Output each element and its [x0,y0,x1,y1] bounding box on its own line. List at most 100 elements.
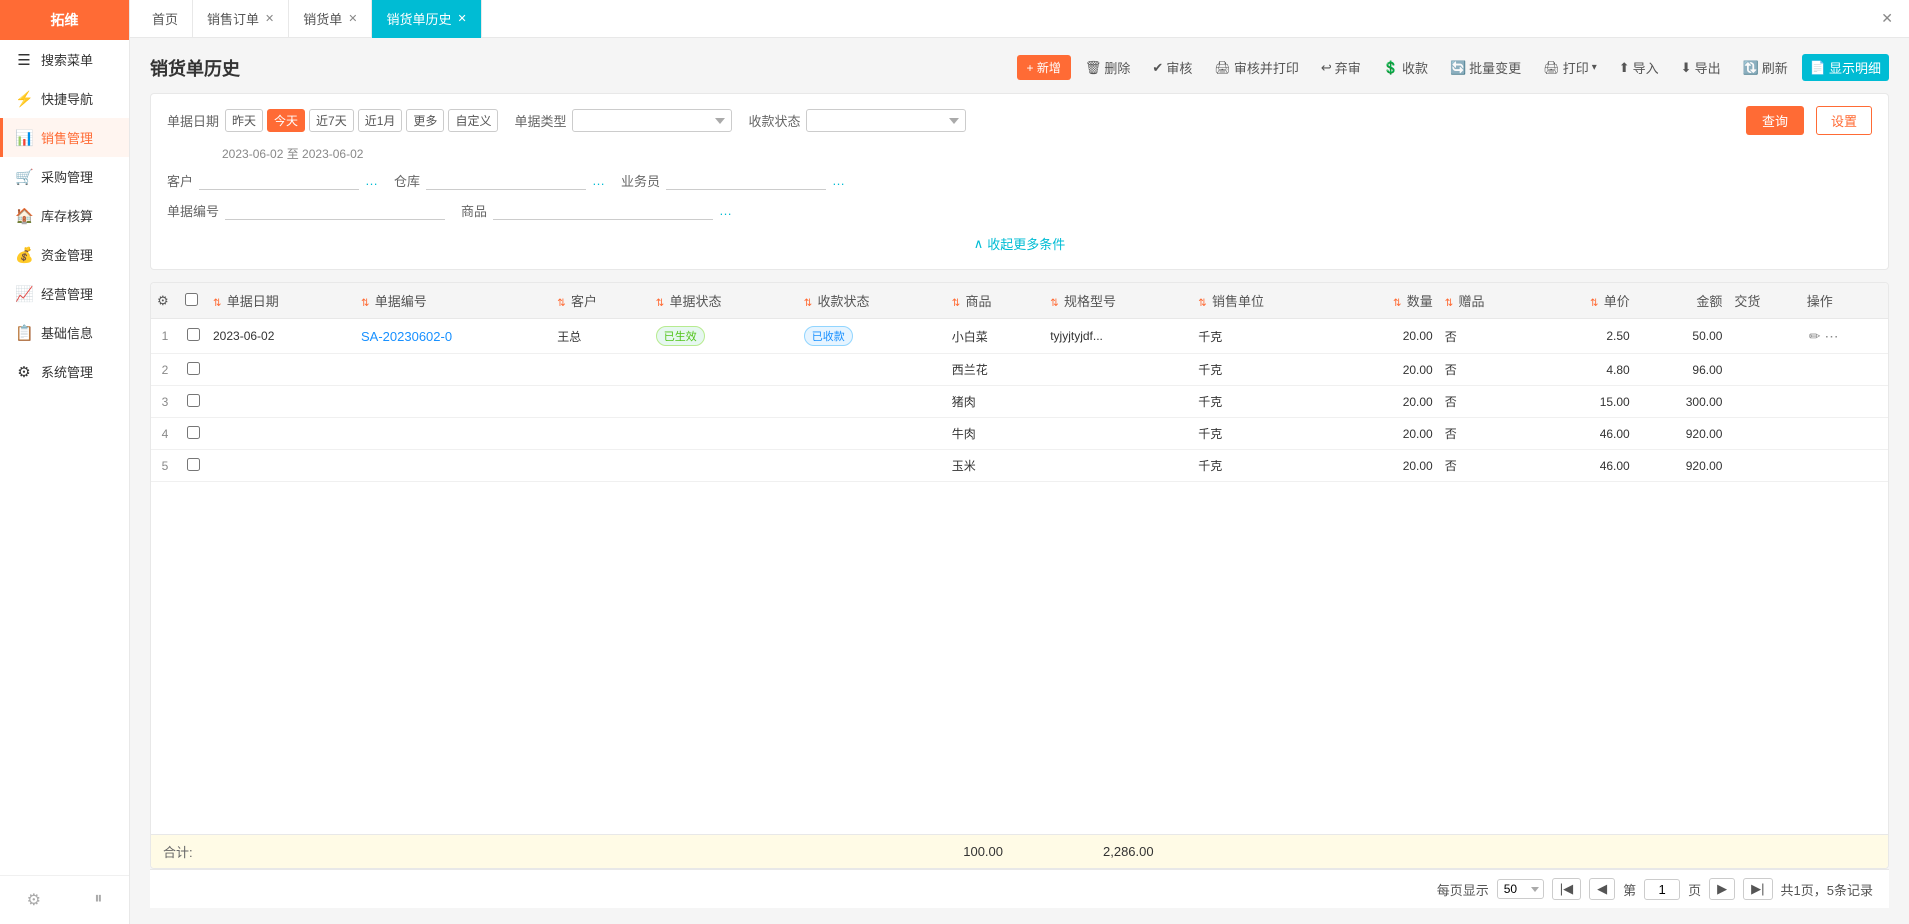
business-dots-icon[interactable]: … [832,173,845,188]
batch-change-button[interactable]: 🔄 批量变更 [1442,54,1529,81]
date-btn-yesterday[interactable]: 昨天 [225,109,263,132]
customer-dots-icon[interactable]: … [365,173,378,188]
delete-icon: 🗑 [1085,60,1102,76]
first-page-button[interactable]: |◀ [1552,878,1581,900]
tab-sales-order-close[interactable]: ✕ [265,12,274,25]
next-page-button[interactable]: ▶ [1709,878,1735,900]
doc-type-select[interactable] [572,109,732,132]
page-label: 第 [1623,880,1636,899]
import-button[interactable]: ⬆ 导入 [1611,54,1667,81]
th-customer[interactable]: ⇅ 客户 [551,283,650,319]
date-btn-1month[interactable]: 近1月 [358,109,403,132]
date-btn-7days[interactable]: 近7天 [309,109,354,132]
tab-sales-goods-close[interactable]: ✕ [348,12,357,25]
batch-change-icon: 🔄 [1450,60,1466,76]
table-settings-icon[interactable]: ⚙ [157,293,169,308]
sidebar-settings-icon[interactable]: ⚙ [21,884,47,916]
goods-input[interactable] [493,200,713,220]
doc-no-input[interactable] [225,200,445,220]
row-checkbox-input[interactable] [187,426,200,439]
customer-input[interactable] [199,170,359,190]
row-checkbox[interactable] [179,354,207,386]
sidebar-item-finance[interactable]: 💰 资金管理 [0,235,129,274]
tab-sales-goods[interactable]: 销货单 ✕ [289,0,372,38]
show-detail-button[interactable]: 📄 显示明细 [1802,54,1889,81]
row-checkbox-input[interactable] [187,458,200,471]
sidebar-item-sales-mgmt[interactable]: 📊 销售管理 [0,118,129,157]
row-checkbox[interactable] [179,418,207,450]
audit-button[interactable]: ✔ 审核 [1144,54,1200,81]
sort-date-icon: ⇅ [213,298,221,309]
row-checkbox-input[interactable] [187,362,200,375]
export-button[interactable]: ⬇ 导出 [1673,54,1729,81]
row-date: 2023-06-02 [207,319,355,354]
edit-action-btn[interactable]: ✏ [1809,328,1821,344]
sidebar-item-system-mgmt[interactable]: ⚙ 系统管理 [0,352,129,391]
row-checkbox[interactable] [179,386,207,418]
row-checkbox[interactable] [179,450,207,482]
query-button[interactable]: 查询 [1746,106,1804,135]
sidebar-item-basic-info[interactable]: 📋 基础信息 [0,313,129,352]
th-doc-no[interactable]: ⇅ 单据编号 [355,283,551,319]
collect-button[interactable]: 💲 收款 [1375,54,1436,81]
delete-button[interactable]: 🗑 删除 [1077,54,1139,81]
last-page-button[interactable]: ▶| [1743,878,1772,900]
prev-page-button[interactable]: ◀ [1589,878,1615,900]
th-settings[interactable]: ⚙ [151,283,179,319]
th-goods[interactable]: ⇅ 商品 [946,283,1045,319]
th-spec[interactable]: ⇅ 规格型号 [1044,283,1192,319]
th-collect-status[interactable]: ⇅ 收款状态 [798,283,946,319]
sort-spec-icon: ⇅ [1050,298,1058,309]
row-num: 1 [151,319,179,354]
refresh-button[interactable]: 🔃 刷新 [1735,54,1796,81]
date-btn-today[interactable]: 今天 [267,109,305,132]
tab-home[interactable]: 首页 [138,0,193,38]
sidebar-item-operations[interactable]: 📈 经营管理 [0,274,129,313]
filter-more-btn[interactable]: ∧ 收起更多条件 [167,230,1872,257]
new-button[interactable]: + 新增 [1017,55,1071,80]
th-unit[interactable]: ⇅ 销售单位 [1192,283,1340,319]
print-button[interactable]: 🖨 打印 ▾ [1535,54,1605,81]
tab-sales-order[interactable]: 销售订单 ✕ [193,0,289,38]
warehouse-dots-icon[interactable]: … [592,173,605,188]
date-btn-more[interactable]: 更多 [406,109,444,132]
tab-sales-goods-label: 销货单 [303,9,342,28]
page-number-input[interactable] [1644,879,1680,900]
row-doc-no[interactable]: SA-20230602-0 [355,319,551,354]
row-checkbox-input[interactable] [187,394,200,407]
sidebar-item-quick-nav[interactable]: ⚡ 快捷导航 [0,79,129,118]
th-unit-price[interactable]: ⇅ 单价 [1537,283,1636,319]
sidebar-item-inventory[interactable]: 🏠 库存核算 [0,196,129,235]
th-gift[interactable]: ⇅ 赠品 [1439,283,1538,319]
doc-no-link[interactable]: SA-20230602-0 [361,329,452,344]
abandon-button[interactable]: ↩ 弃审 [1313,54,1369,81]
tab-sales-history-close[interactable]: ✕ [458,12,467,25]
collect-status-select[interactable] [806,109,966,132]
tab-sales-history[interactable]: 销货单历史 ✕ [372,0,481,38]
table-scroll[interactable]: ⚙ ⇅ 单据日期 ⇅ 单据编号 [151,283,1888,834]
th-transaction[interactable]: 交货 [1728,283,1800,319]
goods-dots-icon[interactable]: … [719,203,732,218]
date-range-text: 2023-06-02 至 2023-06-02 [222,145,1872,162]
business-input[interactable] [666,170,826,190]
more-action-btn[interactable]: ⋯ [1825,328,1839,344]
warehouse-input[interactable] [426,170,586,190]
sidebar-item-search-menu[interactable]: ☰ 搜索菜单 [0,40,129,79]
sidebar-pause-icon[interactable]: ⏸ [88,884,108,916]
setting-button[interactable]: 设置 [1816,106,1872,135]
th-doc-status[interactable]: ⇅ 单据状态 [650,283,798,319]
row-checkbox-input[interactable] [187,328,200,341]
select-all-checkbox[interactable] [185,293,198,306]
th-qty[interactable]: ⇅ 数量 [1340,283,1439,319]
page-size-select[interactable]: 50 20 100 200 [1497,879,1544,899]
th-date[interactable]: ⇅ 单据日期 [207,283,355,319]
sidebar-item-purchase-mgmt[interactable]: 🛒 采购管理 [0,157,129,196]
th-checkbox[interactable] [179,283,207,319]
row-checkbox[interactable] [179,319,207,354]
sort-qty-icon: ⇅ [1393,298,1401,309]
tabbar-close-all[interactable]: ✕ [1873,10,1901,27]
th-amount[interactable]: 金额 [1636,283,1729,319]
row-customer [551,450,650,482]
date-btn-custom[interactable]: 自定义 [448,109,498,132]
audit-print-button[interactable]: 🖨 审核并打印 [1206,54,1307,81]
